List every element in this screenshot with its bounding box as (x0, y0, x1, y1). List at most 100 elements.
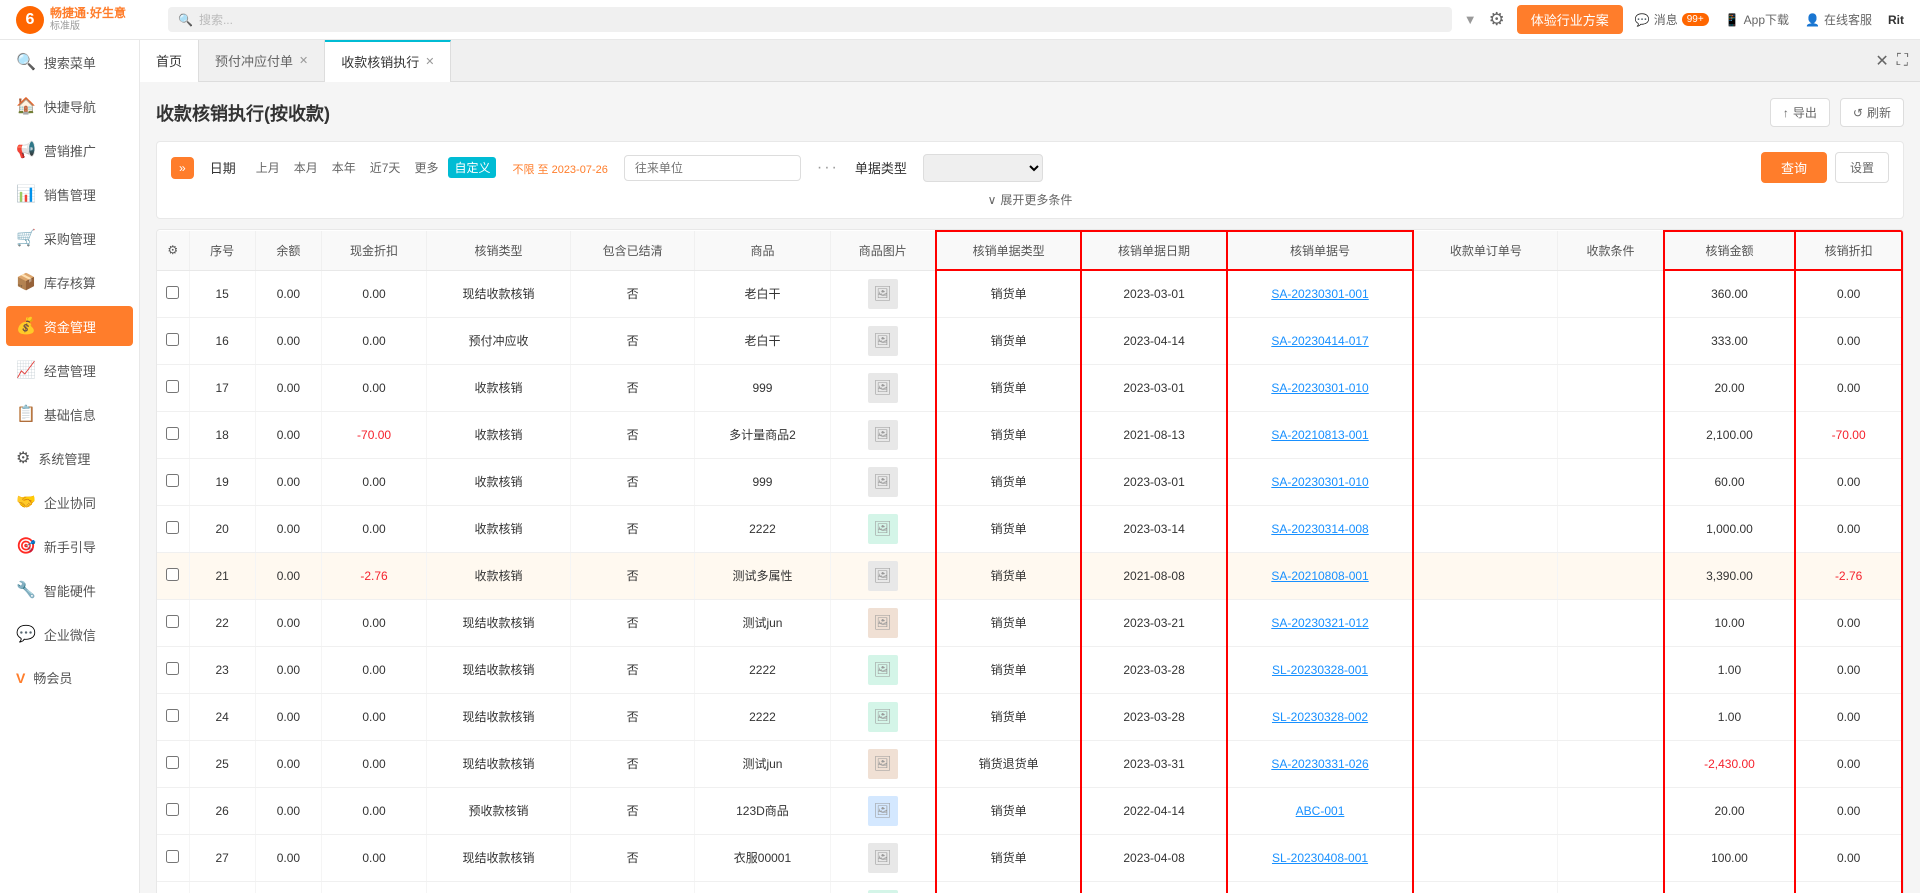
cell-checkbox[interactable] (157, 411, 189, 458)
app-download-area[interactable]: 📱 App下载 (1725, 11, 1789, 28)
row-checkbox[interactable] (166, 286, 179, 299)
bill-no-link[interactable]: SA-20210813-001 (1271, 428, 1368, 442)
sidebar-item-business[interactable]: 📈 经营管理 (0, 348, 139, 392)
cell-checkbox[interactable] (157, 270, 189, 317)
cell-checkbox[interactable] (157, 317, 189, 364)
cell-checkbox[interactable] (157, 552, 189, 599)
tab-writeoff-close[interactable]: ✕ (425, 55, 434, 68)
from-unit-input[interactable] (624, 155, 801, 181)
bill-no-link[interactable]: SA-20230301-001 (1271, 287, 1368, 301)
cell-checkbox[interactable] (157, 881, 189, 893)
cell-checkbox[interactable] (157, 505, 189, 552)
row-checkbox[interactable] (166, 427, 179, 440)
date-option-last-month[interactable]: 上月 (252, 157, 284, 178)
col-seq: 序号 (189, 231, 255, 270)
bill-no-link[interactable]: SA-20230301-010 (1271, 381, 1368, 395)
cell-goods: 2222 (695, 693, 830, 740)
bill-type-select[interactable] (923, 154, 1043, 182)
tab-home[interactable]: 首页 (140, 40, 199, 82)
sidebar-item-guide[interactable]: 🎯 新手引导 (0, 524, 139, 568)
bill-no-link[interactable]: ABC-001 (1296, 804, 1345, 818)
cell-checkbox[interactable] (157, 787, 189, 834)
date-option-custom[interactable]: 自定义 (448, 157, 496, 178)
cell-bill-no: SA-20230414-017 (1227, 317, 1413, 364)
tab-maximize-icon[interactable]: ⛶ (1897, 52, 1908, 70)
cell-checkbox[interactable] (157, 693, 189, 740)
query-button[interactable]: 查询 (1761, 152, 1827, 183)
sidebar-item-nav[interactable]: 🏠 快捷导航 (0, 84, 139, 128)
bill-no-link[interactable]: SA-20230331-026 (1271, 757, 1368, 771)
tab-prepay-close[interactable]: ✕ (299, 54, 308, 67)
export-button[interactable]: ↑ 导出 (1770, 98, 1830, 127)
bill-no-link[interactable]: SA-20230321-012 (1271, 616, 1368, 630)
cell-bill-no: ABC-001 (1227, 787, 1413, 834)
user-name[interactable]: Rit (1888, 13, 1904, 27)
row-checkbox[interactable] (166, 521, 179, 534)
cell-order-no (1413, 646, 1558, 693)
row-checkbox[interactable] (166, 568, 179, 581)
col-settings[interactable]: ⚙ (157, 231, 189, 270)
cell-type: 现结收款核销 (427, 834, 571, 881)
row-checkbox[interactable] (166, 615, 179, 628)
refresh-button[interactable]: ↺ 刷新 (1840, 98, 1904, 127)
date-option-this-year[interactable]: 本年 (328, 157, 360, 178)
tab-close-icon[interactable]: ✕ (1875, 51, 1888, 71)
sidebar-item-system[interactable]: ⚙ 系统管理 (0, 436, 139, 480)
bill-no-link[interactable]: SL-20230328-001 (1272, 663, 1368, 677)
sidebar-item-corp[interactable]: 🤝 企业协同 (0, 480, 139, 524)
message-area[interactable]: 💬 消息 99+ (1635, 11, 1709, 28)
tab-prepay[interactable]: 预付冲应付单 ✕ (199, 40, 325, 82)
cell-checkbox[interactable] (157, 458, 189, 505)
row-checkbox[interactable] (166, 756, 179, 769)
cell-goods: 123D商品 (695, 787, 830, 834)
row-checkbox[interactable] (166, 850, 179, 863)
cell-checkbox[interactable] (157, 364, 189, 411)
bill-no-link[interactable]: SA-20230314-008 (1271, 522, 1368, 536)
bill-no-link[interactable]: SA-20210808-001 (1271, 569, 1368, 583)
cell-bill-no: SA-20230331-026 (1227, 740, 1413, 787)
bill-no-link[interactable]: SA-20230414-017 (1271, 334, 1368, 348)
sidebar-item-member[interactable]: V 畅会员 (0, 656, 139, 699)
bill-no-link[interactable]: SL-20230328-002 (1272, 710, 1368, 724)
sidebar-item-marketing[interactable]: 📢 营销推广 (0, 128, 139, 172)
solution-button[interactable]: 体验行业方案 (1517, 5, 1623, 34)
sidebar-item-finance[interactable]: 💰 资金管理 (6, 306, 133, 346)
top-search-box[interactable]: 🔍 搜索... (168, 7, 1452, 32)
row-checkbox[interactable] (166, 333, 179, 346)
cell-checkbox[interactable] (157, 646, 189, 693)
settings-button[interactable]: 设置 (1835, 152, 1889, 183)
sidebar-item-sales[interactable]: 📊 销售管理 (0, 172, 139, 216)
sidebar-item-hardware[interactable]: 🔧 智能硬件 (0, 568, 139, 612)
cell-goods: 老白干 (695, 317, 830, 364)
sidebar-item-basic[interactable]: 📋 基础信息 (0, 392, 139, 436)
row-checkbox[interactable] (166, 709, 179, 722)
cell-checkbox[interactable] (157, 599, 189, 646)
sidebar-item-search[interactable]: 🔍 搜索菜单 (0, 40, 139, 84)
sidebar-item-purchase[interactable]: 🛒 采购管理 (0, 216, 139, 260)
date-option-this-month[interactable]: 本月 (290, 157, 322, 178)
date-option-more[interactable]: 更多 (410, 157, 442, 178)
cell-goods: 2222 (695, 881, 830, 893)
from-unit-dots[interactable]: ··· (817, 159, 839, 177)
sidebar-item-wechat[interactable]: 💬 企业微信 (0, 612, 139, 656)
row-checkbox[interactable] (166, 474, 179, 487)
dropdown-icon[interactable]: ▼ (1464, 12, 1477, 27)
row-checkbox[interactable] (166, 803, 179, 816)
row-checkbox[interactable] (166, 380, 179, 393)
tab-writeoff[interactable]: 收款核销执行 ✕ (325, 40, 451, 82)
online-service-area[interactable]: 👤 在线客服 (1805, 11, 1872, 28)
table-row: 24 0.00 0.00 现结收款核销 否 2222 🖼 销货单 2023-03… (157, 693, 1902, 740)
expand-more-btn[interactable]: ∨ 展开更多条件 (988, 191, 1073, 208)
bill-no-link[interactable]: SL-20230408-001 (1272, 851, 1368, 865)
logo-area: 6 畅捷通·好生意 标准版 (16, 6, 156, 34)
cell-goods-img: 🖼 (830, 505, 936, 552)
row-checkbox[interactable] (166, 662, 179, 675)
bill-no-link[interactable]: SA-20230301-010 (1271, 475, 1368, 489)
date-option-7days[interactable]: 近7天 (366, 157, 405, 178)
cell-goods-img: 🖼 (830, 787, 936, 834)
settings-icon[interactable]: ⚙ (1489, 9, 1505, 30)
sidebar-item-inventory[interactable]: 📦 库存核算 (0, 260, 139, 304)
cell-checkbox[interactable] (157, 740, 189, 787)
filter-expand-button[interactable]: » (171, 157, 194, 179)
cell-checkbox[interactable] (157, 834, 189, 881)
